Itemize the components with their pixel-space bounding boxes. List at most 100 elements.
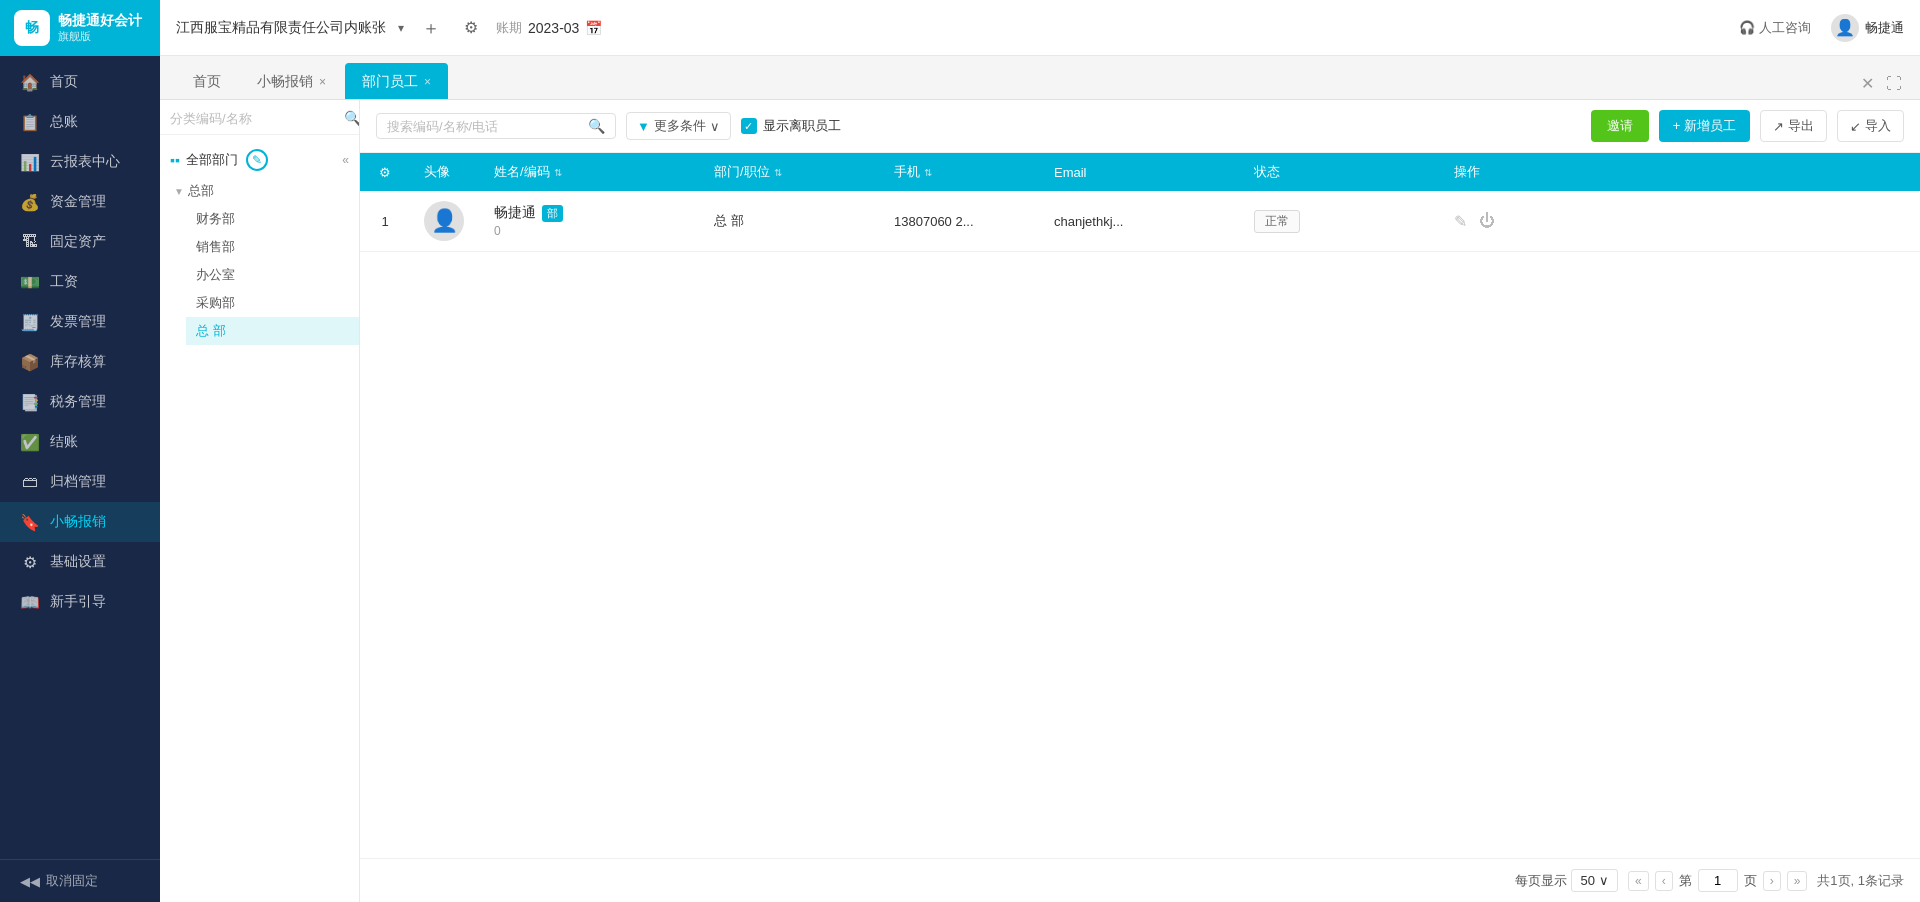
sidebar-item-tax[interactable]: 📑 税务管理 (0, 382, 160, 422)
inventory-icon: 📦 (20, 352, 40, 372)
content-area: 🔍 ▪▪ 全部部门 ✎ « ▼ 总部 财务部 销售部 (160, 100, 1920, 902)
logo-title: 畅捷通好会计 (58, 12, 142, 29)
support-button[interactable]: 🎧 人工咨询 (1739, 19, 1811, 37)
company-dropdown-icon[interactable]: ▾ (398, 21, 404, 35)
dept-child-office[interactable]: 办公室 (186, 261, 359, 289)
dept-parent-zongbu[interactable]: ▼ 总部 (160, 177, 359, 205)
headset-icon: 🎧 (1739, 20, 1755, 35)
logo-sub: 旗舰版 (58, 29, 142, 44)
employee-search-box[interactable]: 🔍 (376, 113, 616, 139)
reports-icon: 📊 (20, 152, 40, 172)
sidebar-item-salary[interactable]: 💵 工资 (0, 262, 160, 302)
first-page-button[interactable]: « (1628, 871, 1649, 891)
col-phone[interactable]: 手机 ⇅ (880, 153, 1040, 191)
sidebar-item-xiaochang[interactable]: 🔖 小畅报销 (0, 502, 160, 542)
employee-name: 畅捷通 (494, 204, 536, 222)
tab-home[interactable]: 首页 (176, 63, 238, 99)
search-icon[interactable]: 🔍 (588, 118, 605, 134)
logout-employee-button[interactable]: ⏻ (1479, 212, 1495, 230)
sidebar-item-label: 工资 (50, 273, 78, 291)
employee-search-input[interactable] (387, 119, 582, 134)
sidebar-item-ledger[interactable]: 📋 总账 (0, 102, 160, 142)
col-name[interactable]: 姓名/编码 ⇅ (480, 153, 700, 191)
sidebar-item-label: 云报表中心 (50, 153, 120, 171)
col-dept[interactable]: 部门/职位 ⇅ (700, 153, 880, 191)
show-resigned-toggle[interactable]: ✓ 显示离职员工 (741, 117, 841, 135)
tab-close-xiaochang[interactable]: × (319, 75, 326, 89)
sidebar-item-archive[interactable]: 🗃 归档管理 (0, 462, 160, 502)
sidebar-item-label: 固定资产 (50, 233, 106, 251)
sort-name-icon: ⇅ (554, 167, 562, 178)
user-menu[interactable]: 👤 畅捷通 (1831, 14, 1904, 42)
guide-icon: 📖 (20, 592, 40, 612)
dept-all-header[interactable]: ▪▪ 全部部门 ✎ « (160, 143, 359, 177)
period-label: 账期 (496, 19, 522, 37)
row-actions: ✎ ⏻ (1440, 191, 1920, 252)
sidebar-item-label: 库存核算 (50, 353, 106, 371)
invite-button[interactable]: 邀请 (1591, 110, 1649, 142)
sidebar-item-settle[interactable]: ✅ 结账 (0, 422, 160, 462)
add-company-button[interactable]: ＋ (416, 14, 446, 42)
settings-icon: ⚙ (379, 165, 391, 180)
employee-dept-badge: 部 (542, 205, 563, 222)
close-tab-button[interactable]: ✕ (1859, 72, 1876, 95)
settings-icon: ⚙ (20, 552, 40, 572)
row-no: 1 (360, 191, 410, 252)
topbar: 江西服宝精品有限责任公司内账张 ▾ ＋ ⚙ 账期 2023-03 📅 🎧 人工咨… (160, 0, 1920, 56)
dept-child-purchase[interactable]: 采购部 (186, 289, 359, 317)
export-button[interactable]: ↗ 导出 (1760, 110, 1827, 142)
more-filter-button[interactable]: ▼ 更多条件 ∨ (626, 112, 731, 140)
last-page-button[interactable]: » (1787, 871, 1808, 891)
import-button[interactable]: ↙ 导入 (1837, 110, 1904, 142)
dept-child-sales[interactable]: 销售部 (186, 233, 359, 261)
dept-child-finance[interactable]: 财务部 (186, 205, 359, 233)
col-settings[interactable]: ⚙ (360, 153, 410, 191)
archive-icon: 🗃 (20, 472, 40, 492)
dept-edit-button[interactable]: ✎ (246, 149, 268, 171)
filter-chevron-icon: ∨ (710, 119, 720, 134)
tab-employees[interactable]: 部门员工 × (345, 63, 448, 99)
tab-xiaochang[interactable]: 小畅报销 × (240, 63, 343, 99)
show-resigned-checkbox[interactable]: ✓ (741, 118, 757, 134)
calendar-icon[interactable]: 📅 (585, 20, 602, 36)
next-page-button[interactable]: › (1763, 871, 1781, 891)
sidebar-item-reports[interactable]: 📊 云报表中心 (0, 142, 160, 182)
sidebar-item-invoice[interactable]: 🧾 发票管理 (0, 302, 160, 342)
row-dept: 总 部 (700, 191, 880, 252)
sidebar-item-assets[interactable]: 🏗 固定资产 (0, 222, 160, 262)
sidebar-item-label: 总账 (50, 113, 78, 131)
page-number-input[interactable] (1698, 869, 1738, 892)
logo-icon: 畅 (14, 10, 50, 46)
sidebar-item-home[interactable]: 🏠 首页 (0, 62, 160, 102)
topbar-settings-icon[interactable]: ⚙ (458, 16, 484, 39)
table-footer: 每页显示 50 ∨ « ‹ 第 页 › » 共1页, 1条记录 (360, 858, 1920, 902)
total-records: 共1页, 1条记录 (1817, 872, 1904, 890)
add-employee-button[interactable]: + 新增员工 (1659, 110, 1750, 142)
action-buttons: ✎ ⏻ (1454, 212, 1906, 231)
prev-page-button[interactable]: ‹ (1655, 871, 1673, 891)
sidebar-item-inventory[interactable]: 📦 库存核算 (0, 342, 160, 382)
tab-close-employees[interactable]: × (424, 75, 431, 89)
per-page-dropdown[interactable]: 50 ∨ (1571, 869, 1617, 892)
edit-employee-button[interactable]: ✎ (1454, 212, 1467, 231)
col-status: 状态 (1240, 153, 1440, 191)
maximize-tab-button[interactable]: ⛶ (1884, 73, 1904, 95)
page-suffix: 页 (1744, 872, 1757, 890)
dept-child-general[interactable]: 总 部 (186, 317, 359, 345)
sidebar-item-funds[interactable]: 💰 资金管理 (0, 182, 160, 222)
sidebar-item-guide[interactable]: 📖 新手引导 (0, 582, 160, 622)
dept-tree: ▪▪ 全部部门 ✎ « ▼ 总部 财务部 销售部 办公室 采购部 总 (160, 135, 359, 902)
dept-search-icon[interactable]: 🔍 (344, 110, 360, 126)
assets-icon: 🏗 (20, 232, 40, 252)
dept-search-input[interactable] (170, 111, 338, 126)
sidebar-item-settings[interactable]: ⚙ 基础设置 (0, 542, 160, 582)
sidebar: 畅 畅捷通好会计 旗舰版 🏠 首页 📋 总账 📊 云报表中心 💰 资金管理 🏗 … (0, 0, 160, 902)
xiaochang-icon: 🔖 (20, 512, 40, 532)
invoice-icon: 🧾 (20, 312, 40, 332)
dept-grid-icon: ▪▪ (170, 152, 180, 168)
unpin-button[interactable]: ◀◀ 取消固定 (0, 859, 160, 902)
unpin-icon: ◀◀ (20, 874, 40, 889)
table-row: 1 👤 畅捷通 部 0 总 部 (360, 191, 1920, 252)
filter-label: 更多条件 (654, 117, 706, 135)
dept-collapse-icon[interactable]: « (342, 153, 349, 167)
